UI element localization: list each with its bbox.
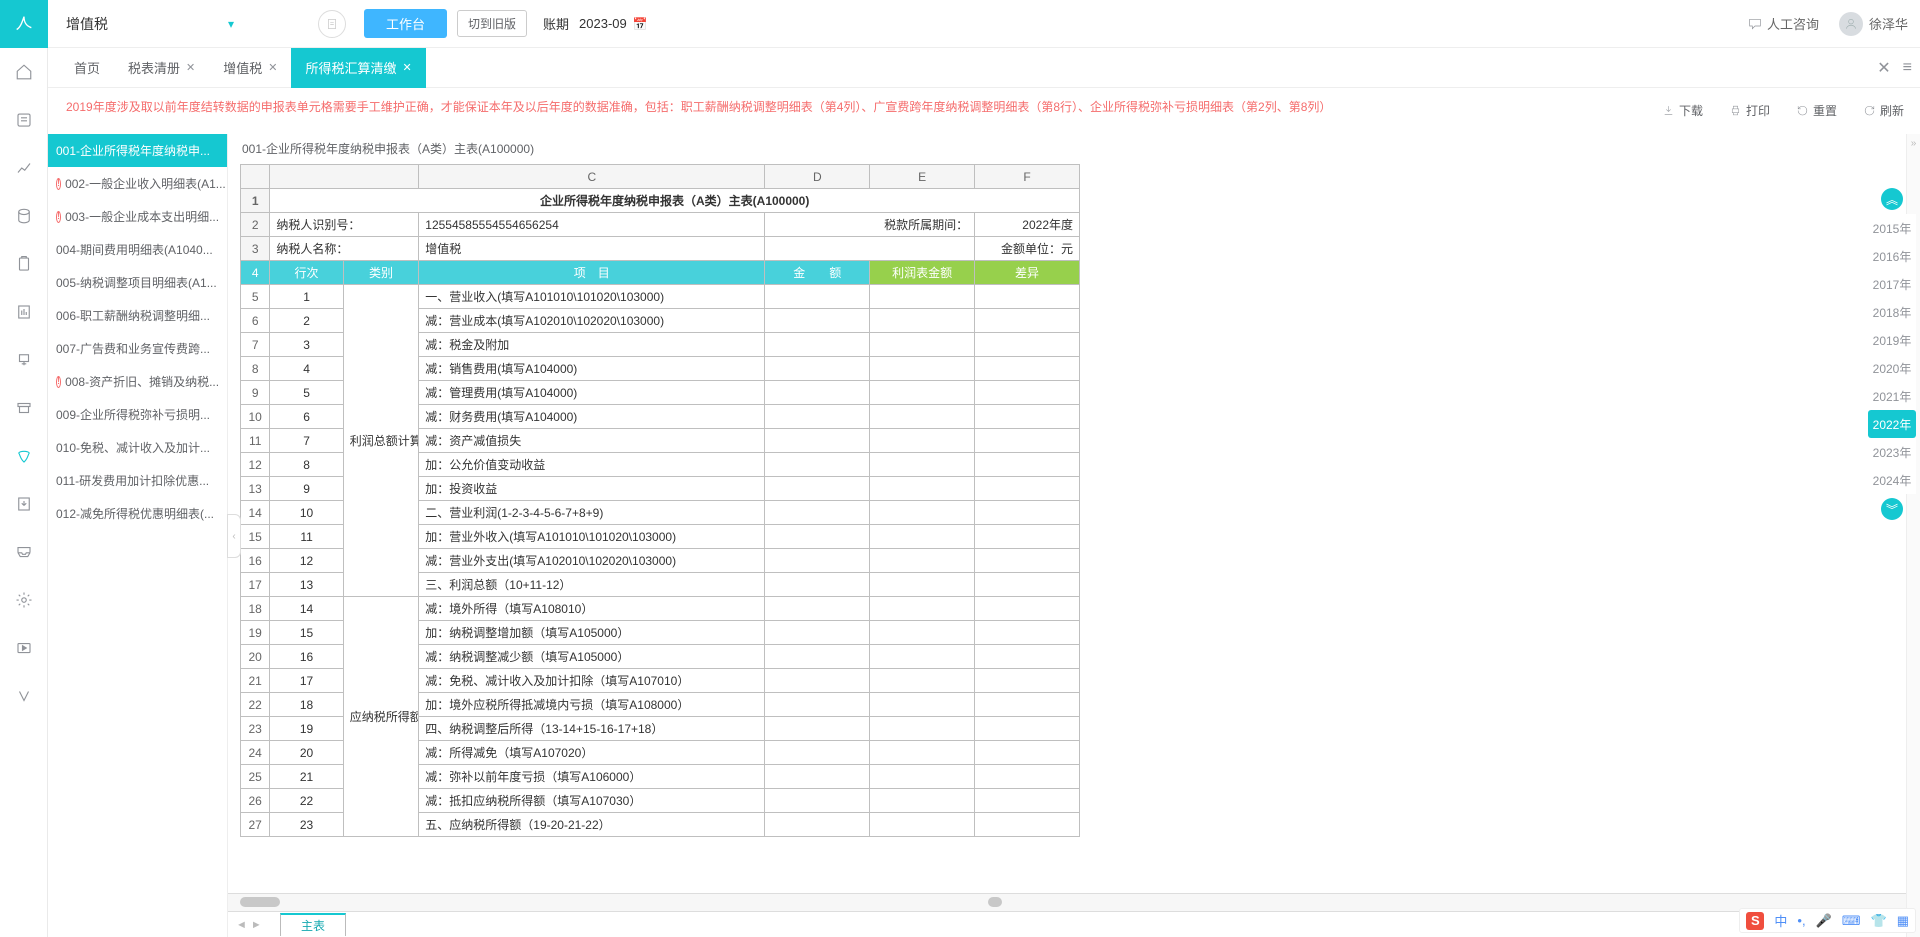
form-list-item[interactable]: 001-企业所得税年度纳税申...: [48, 134, 227, 167]
doc-icon[interactable]: [318, 10, 346, 38]
form-list-item[interactable]: 011-研发费用加计扣除优惠...: [48, 464, 227, 497]
close-icon[interactable]: ✕: [403, 61, 412, 74]
reset-button[interactable]: 重置: [1796, 102, 1837, 119]
nav-clipboard-icon[interactable]: [0, 240, 48, 288]
close-tab-icon[interactable]: ✕: [1877, 58, 1890, 78]
close-icon[interactable]: ✕: [186, 61, 195, 74]
breadcrumb: 001-企业所得税年度纳税申报表（A类）主表(A100000): [228, 134, 1906, 164]
sheet-nav-prev[interactable]: ◄: [236, 919, 247, 931]
year-button[interactable]: 2018年: [1868, 298, 1916, 326]
sheet-nav-next[interactable]: ►: [251, 919, 262, 931]
nav-v-icon[interactable]: [0, 672, 48, 720]
company-selector[interactable]: 增值税 ▾: [60, 14, 300, 34]
nav-inbox-icon[interactable]: [0, 528, 48, 576]
year-button[interactable]: 2024年: [1868, 466, 1916, 494]
ime-keyboard-icon[interactable]: ⌨: [1842, 913, 1861, 929]
table-row[interactable]: 51利润总额计算一、营业收入(填写A101010\101020\103000): [241, 285, 1080, 309]
chevron-down-icon: ▾: [228, 17, 234, 31]
period-label: 账期: [543, 14, 569, 33]
nav-money-icon[interactable]: [0, 192, 48, 240]
form-list-item[interactable]: 004-期间费用明细表(A1040...: [48, 233, 227, 266]
form-list-item[interactable]: 003-一般企业成本支出明细...: [48, 200, 227, 233]
ime-logo-icon: S: [1746, 912, 1764, 930]
nav-ledger-icon[interactable]: [0, 96, 48, 144]
form-list-item[interactable]: 008-资产折旧、摊销及纳税...: [48, 365, 227, 398]
horizontal-scrollbar[interactable]: [228, 893, 1906, 911]
nav-chart-icon[interactable]: [0, 144, 48, 192]
consult-button[interactable]: 人工咨询: [1747, 14, 1819, 33]
nav-report-icon[interactable]: [0, 288, 48, 336]
form-list-item[interactable]: 002-一般企业收入明细表(A1...: [48, 167, 227, 200]
nav-export-icon[interactable]: [0, 480, 48, 528]
workbench-button[interactable]: 工作台: [364, 9, 447, 38]
form-list[interactable]: 001-企业所得税年度纳税申...002-一般企业收入明细表(A1...003-…: [48, 134, 228, 937]
form-list-item[interactable]: 007-广告费和业务宣传费跨...: [48, 332, 227, 365]
table-row[interactable]: 1814应纳税所得额计算减：境外所得（填写A108010）: [241, 597, 1080, 621]
ime-toolbar[interactable]: S 中 •, 🎤 ⌨ 👕 ▦: [1739, 908, 1916, 933]
warning-icon: [56, 211, 61, 223]
switch-old-button[interactable]: 切到旧版: [457, 10, 527, 37]
year-button[interactable]: 2019年: [1868, 326, 1916, 354]
refresh-button[interactable]: 刷新: [1863, 102, 1904, 119]
tab-税表清册[interactable]: 税表清册✕: [114, 48, 209, 88]
form-list-item[interactable]: 006-职工薪酬纳税调整明细...: [48, 299, 227, 332]
year-button[interactable]: 2017年: [1868, 270, 1916, 298]
sheet-title: 企业所得税年度纳税申报表（A类）主表(A100000): [270, 189, 1080, 213]
nav-tax-icon[interactable]: [0, 432, 48, 480]
nav-archive-icon[interactable]: [0, 384, 48, 432]
spreadsheet-grid[interactable]: CDEF 1企业所得税年度纳税申报表（A类）主表(A100000) 2纳税人识别…: [240, 164, 1080, 837]
calendar-icon[interactable]: 📅: [633, 17, 648, 31]
company-name: 增值税: [66, 14, 108, 34]
year-button[interactable]: 2023年: [1868, 438, 1916, 466]
user-name: 徐泽华: [1869, 14, 1908, 33]
sheet-tab[interactable]: 主表: [280, 913, 346, 936]
print-button[interactable]: 打印: [1729, 102, 1770, 119]
year-button[interactable]: 2015年: [1868, 214, 1916, 242]
download-button[interactable]: 下载: [1662, 102, 1703, 119]
period-value[interactable]: 2023-09: [579, 16, 627, 31]
tab-首页[interactable]: 首页: [60, 48, 114, 88]
form-list-item[interactable]: 010-免税、减计收入及加计...: [48, 431, 227, 464]
collapse-handle[interactable]: ‹: [227, 514, 241, 558]
ime-mic-icon[interactable]: 🎤: [1816, 913, 1832, 929]
nav-settings-icon[interactable]: [0, 576, 48, 624]
year-button[interactable]: 2016年: [1868, 242, 1916, 270]
notice-text: 2019年度涉及取以前年度结转数据的申报表单元格需要手工维护正确，才能保证本年及…: [58, 94, 1600, 120]
year-button[interactable]: 2020年: [1868, 354, 1916, 382]
ime-skin-icon[interactable]: 👕: [1871, 913, 1887, 929]
app-logo: [0, 0, 48, 48]
year-button[interactable]: 2022年: [1868, 410, 1916, 438]
tab-增值税[interactable]: 增值税✕: [209, 48, 291, 88]
ime-toolbox-icon[interactable]: ▦: [1897, 913, 1909, 929]
close-icon[interactable]: ✕: [268, 61, 277, 74]
nav-home-icon[interactable]: [0, 48, 48, 96]
form-list-item[interactable]: 005-纳税调整项目明细表(A1...: [48, 266, 227, 299]
year-button[interactable]: 2021年: [1868, 382, 1916, 410]
warning-icon: [56, 376, 61, 388]
year-down-icon[interactable]: ︾: [1881, 498, 1903, 520]
avatar[interactable]: [1839, 12, 1863, 36]
form-list-item[interactable]: 012-减免所得税优惠明细表(...: [48, 497, 227, 530]
year-up-icon[interactable]: ︽: [1881, 188, 1903, 210]
tab-menu-icon[interactable]: ≡: [1903, 59, 1912, 77]
ime-punct-icon[interactable]: •,: [1797, 913, 1805, 928]
nav-receipt-icon[interactable]: [0, 336, 48, 384]
form-list-item[interactable]: 009-企业所得税弥补亏损明...: [48, 398, 227, 431]
tab-所得税汇算清缴[interactable]: 所得税汇算清缴✕: [291, 48, 425, 88]
nav-video-icon[interactable]: [0, 624, 48, 672]
warning-icon: [56, 178, 61, 190]
